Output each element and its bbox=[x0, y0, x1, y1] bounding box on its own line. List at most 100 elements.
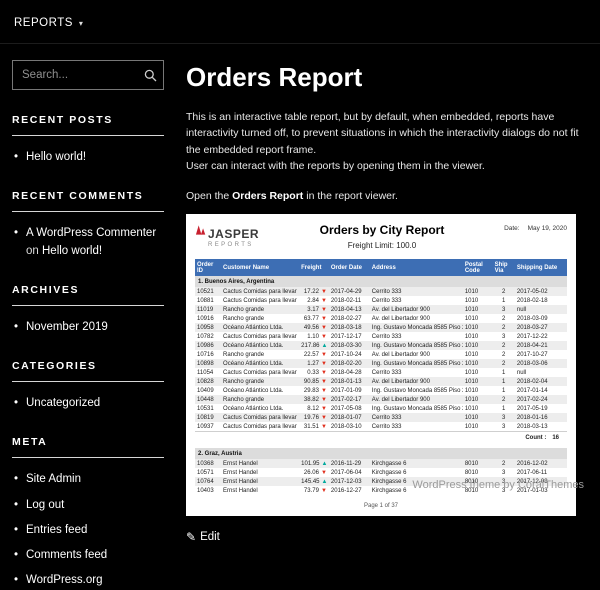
trend-down-icon: ▼ bbox=[320, 369, 327, 376]
list-item: November 2019 bbox=[12, 311, 164, 336]
category-link[interactable]: Uncategorized bbox=[26, 397, 100, 409]
report-cell: Cerrito 333 bbox=[371, 414, 402, 421]
report-cell: Av. del Libertador 900 bbox=[371, 378, 430, 385]
trend-down-icon: ▼ bbox=[320, 423, 327, 430]
group-header-row: 1. Buenos Aires, Argentina bbox=[195, 276, 567, 288]
report-cell: 2018-03-09 bbox=[516, 315, 548, 322]
report-cell: 1.27 ▼ bbox=[307, 360, 327, 367]
meta-link-comments-feed[interactable]: Comments feed bbox=[26, 549, 107, 561]
report-cell: 8.12 ▼ bbox=[307, 405, 327, 412]
trend-down-icon: ▼ bbox=[320, 360, 327, 367]
report-cell: null bbox=[516, 306, 527, 313]
group-header-row: 2. Graz, Austria bbox=[195, 448, 567, 460]
report-cell: 1 bbox=[502, 369, 506, 376]
report-table-head-row: Order ID Customer Name Freight Order Date Ad… bbox=[195, 259, 567, 277]
report-row: 10782 Cactus Comidas para llevar 1.10 ▼ 2017… bbox=[195, 332, 567, 341]
sidebar-heading-archives: ARCHIVES bbox=[12, 284, 164, 306]
list-item: WordPress.org bbox=[12, 564, 164, 589]
report-row: 10916 Rancho grande 63.77 ▼ 2018-02-27 Av. de… bbox=[195, 314, 567, 323]
report-cell: 1010 bbox=[464, 288, 479, 295]
report-date: Date: May 19, 2020 bbox=[481, 223, 567, 232]
report-cell: Océano Atlántico Ltda. bbox=[223, 405, 284, 412]
report-cell: 10716 bbox=[197, 351, 214, 358]
report-cell: Cactus Comidas para llevar bbox=[223, 333, 297, 340]
search-icon[interactable] bbox=[142, 67, 159, 84]
comment-post-link[interactable]: Hello world! bbox=[42, 245, 102, 257]
report-cell: 0.33 ▼ bbox=[307, 369, 327, 376]
meta-link-wordpress-org[interactable]: WordPress.org bbox=[26, 574, 102, 586]
report-row: 10958 Océano Atlántico Ltda. 49.56 ▼ 2018-03… bbox=[195, 323, 567, 333]
reports-menu[interactable]: REPORTS ▾ bbox=[14, 17, 83, 29]
report-row: 11054 Cactus Comidas para llevar 0.33 ▼ 2018… bbox=[195, 368, 567, 377]
report-cell: null bbox=[516, 369, 527, 376]
coralthemes-link[interactable]: CoralThemes bbox=[518, 479, 584, 491]
report-column-header: Order ID bbox=[195, 259, 222, 277]
report-cell: 2 bbox=[502, 360, 506, 367]
trend-down-icon: ▼ bbox=[320, 333, 327, 340]
report-cell: 2017-05-02 bbox=[516, 288, 548, 295]
report-cell: 1 bbox=[502, 297, 506, 304]
report-cell: 2018-04-13 bbox=[330, 306, 362, 313]
content-layout: RECENT POSTS Hello world! RECENT COMMENT… bbox=[0, 44, 600, 590]
report-cell: 2018-03-27 bbox=[516, 324, 548, 331]
archive-link[interactable]: November 2019 bbox=[26, 321, 108, 333]
recent-posts-section: RECENT POSTS Hello world! bbox=[12, 114, 164, 167]
orders-report-link[interactable]: Orders Report bbox=[232, 190, 303, 202]
report-cell: Ing. Gustavo Moncada 8585 Piso 20- bbox=[371, 387, 463, 394]
recent-post-link[interactable]: Hello world! bbox=[26, 151, 86, 163]
report-column-header: Customer Name bbox=[221, 259, 300, 277]
report-cell: Av. del Libertador 900 bbox=[371, 315, 430, 322]
report-date-label: Date: bbox=[504, 225, 520, 233]
report-cell: 1010 bbox=[464, 306, 479, 313]
open-prefix: Open the bbox=[186, 190, 233, 203]
comment-author-link[interactable]: A WordPress Commenter bbox=[26, 227, 156, 239]
list-item: Entries feed bbox=[12, 514, 164, 539]
sidebar-heading-recent-comments: RECENT COMMENTS bbox=[12, 190, 164, 213]
report-cell: 2017-05-08 bbox=[330, 405, 362, 412]
trend-down-icon: ▼ bbox=[320, 288, 327, 295]
report-cell: Av. del Libertador 900 bbox=[371, 306, 430, 313]
meta-link-entries-feed[interactable]: Entries feed bbox=[26, 524, 87, 536]
comment-connector: on bbox=[26, 244, 42, 257]
report-cell: 3 bbox=[502, 333, 506, 340]
report-cell: Ing. Gustavo Moncada 8585 Piso 20- bbox=[371, 405, 463, 412]
report-cell: 10409 bbox=[197, 387, 214, 394]
report-row: 10521 Cactus Comidas para llevar 17.22 ▼ 201… bbox=[195, 287, 567, 297]
report-cell: 10782 bbox=[197, 333, 214, 340]
edit-link[interactable]: ✎ Edit bbox=[186, 530, 220, 544]
report-cell: Cactus Comidas para llevar bbox=[223, 369, 297, 376]
report-cell: 10916 bbox=[197, 315, 214, 322]
report-column-header: Address bbox=[369, 259, 463, 277]
page-title: Orders Report bbox=[186, 62, 363, 92]
search-form bbox=[12, 60, 164, 90]
jasper-logo-text: JASPER bbox=[208, 227, 260, 242]
report-table: Order ID Customer Name Freight Order Date Ad… bbox=[195, 259, 567, 495]
report-cell: 2018-04-21 bbox=[516, 342, 548, 349]
report-cell: Cactus Comidas para llevar bbox=[223, 423, 297, 430]
report-cell: 1010 bbox=[464, 360, 479, 367]
report-cell: Cactus Comidas para llevar bbox=[223, 297, 297, 304]
report-cell: 29.83 ▼ bbox=[303, 387, 327, 394]
report-column-header: Freight bbox=[299, 259, 329, 277]
report-cell: 1010 bbox=[464, 414, 479, 421]
report-cell: 2017-02-17 bbox=[330, 396, 362, 403]
report-cell: 1010 bbox=[464, 405, 479, 412]
report-cell: 2018-04-28 bbox=[330, 369, 362, 376]
report-cell: 1010 bbox=[464, 369, 479, 376]
report-row: 10448 Rancho grande 38.82 ▼ 2017-02-17 Av. de… bbox=[195, 395, 567, 405]
report-cell: 63.77 ▼ bbox=[303, 315, 327, 322]
report-page-footer: Page 1 of 37 bbox=[363, 503, 399, 510]
report-cell: 2018-02-27 bbox=[330, 315, 362, 322]
report-cell: Cerrito 333 bbox=[371, 288, 402, 295]
main-content: Orders Report This is an interactive tab… bbox=[186, 60, 588, 590]
report-cell: Av. del Libertador 900 bbox=[371, 396, 430, 403]
sidebar: RECENT POSTS Hello world! RECENT COMMENT… bbox=[12, 60, 164, 590]
chevron-down-icon: ▾ bbox=[78, 18, 84, 28]
open-report-line: Open the Orders Report in the report vie… bbox=[186, 190, 588, 202]
report-cell: Rancho grande bbox=[223, 378, 265, 385]
report-cell: Océano Atlántico Ltda. bbox=[223, 324, 284, 331]
trend-down-icon: ▼ bbox=[320, 396, 327, 403]
report-cell: Rancho grande bbox=[223, 396, 265, 403]
jasper-logo: JASPER REPORTS bbox=[195, 223, 283, 248]
recent-comments-section: RECENT COMMENTS A WordPress Commenter on… bbox=[12, 190, 164, 260]
